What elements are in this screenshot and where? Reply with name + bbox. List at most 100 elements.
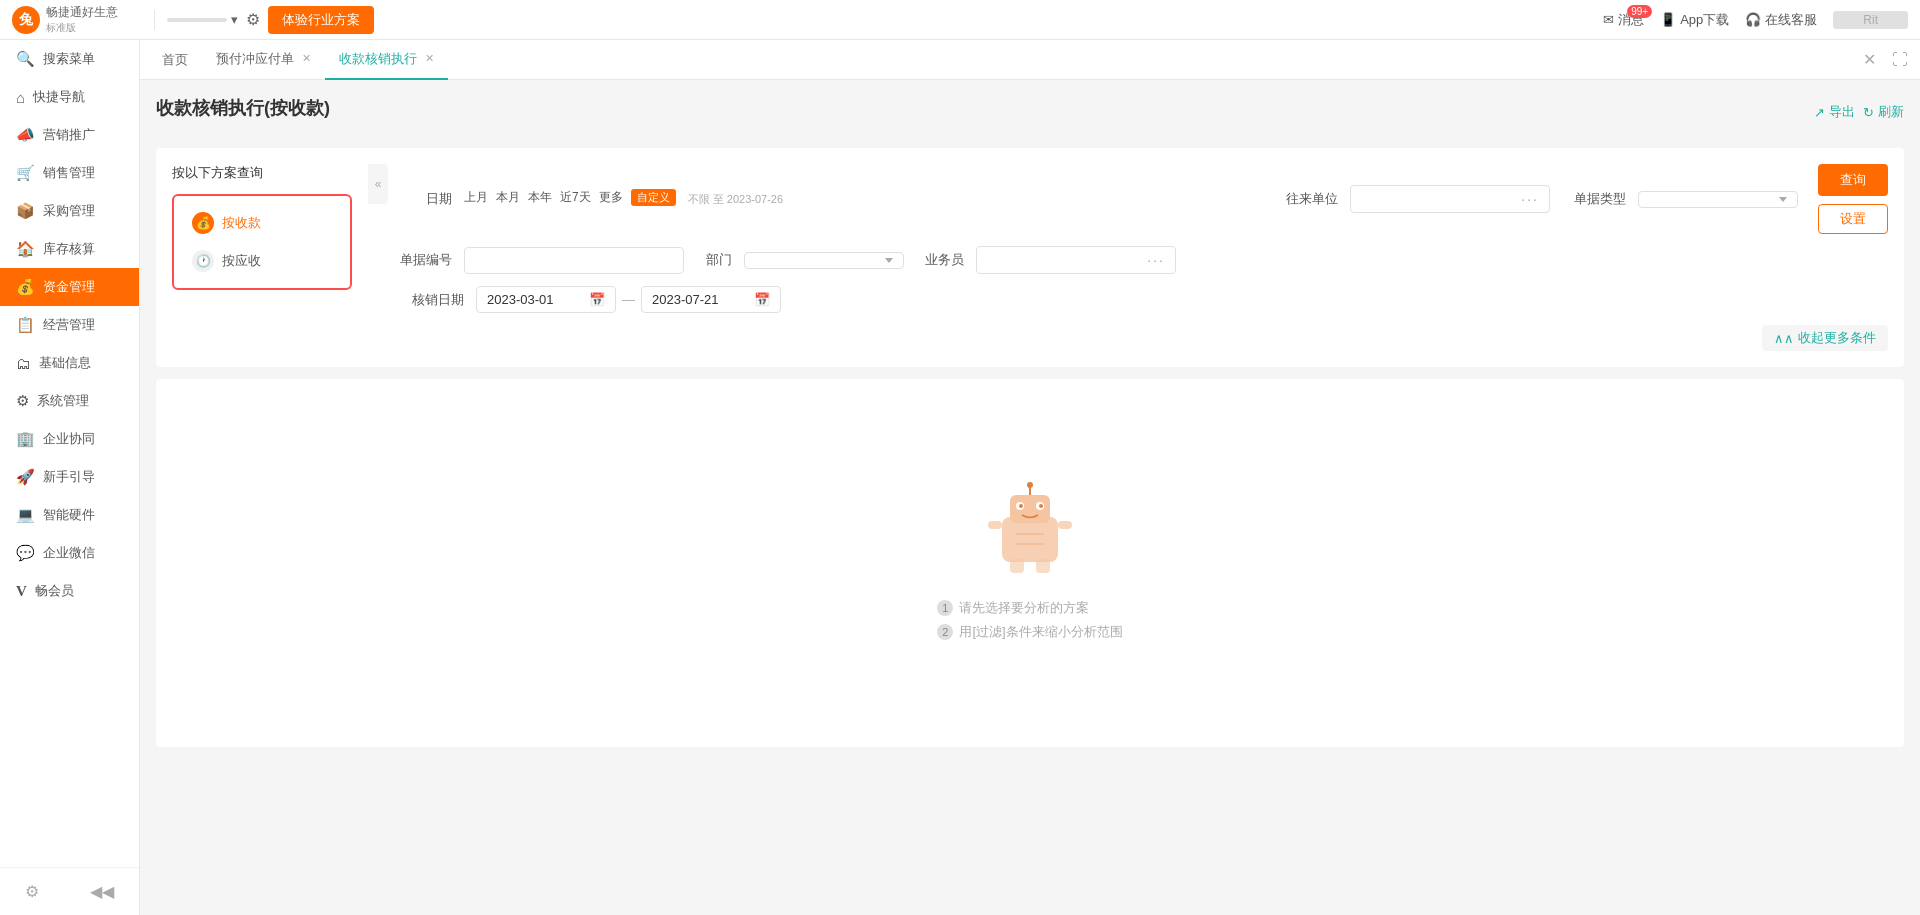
refresh-button[interactable]: ↻ 刷新	[1863, 103, 1904, 121]
tab-home[interactable]: 首页	[148, 40, 202, 80]
tip-num-1: 1	[937, 600, 953, 616]
staff-dots-icon: ···	[1147, 252, 1165, 268]
export-icon: ↗	[1814, 105, 1825, 120]
dept-label: 部门	[696, 251, 732, 269]
solution-button[interactable]: 体验行业方案	[268, 6, 374, 34]
svg-rect-10	[1010, 559, 1024, 573]
tab-prepay[interactable]: 预付冲应付单 ✕	[202, 40, 325, 80]
sidebar-item-finance[interactable]: 💰 资金管理	[0, 268, 139, 306]
tab-maximize-icon[interactable]: ⛶	[1888, 47, 1912, 73]
message-btn[interactable]: ✉ 消息 99+	[1603, 11, 1644, 29]
date-custom-badge[interactable]: 自定义	[631, 189, 676, 206]
date-7days[interactable]: 近7天	[560, 189, 591, 206]
sidebar-item-enterprise[interactable]: 🏢 企业协同	[0, 420, 139, 458]
sidebar-collapse-icon[interactable]: ◀◀	[84, 876, 120, 907]
query-button[interactable]: 查询	[1818, 164, 1888, 196]
form-row-2: 单据编号 部门 业务员 ···	[400, 246, 1888, 274]
tab-collect-close[interactable]: ✕	[425, 52, 434, 65]
logo-icon: 兔	[12, 6, 40, 34]
counterparty-label: 往来单位	[1274, 190, 1338, 208]
marketing-icon: 📣	[16, 126, 35, 144]
dept-chevron	[885, 258, 893, 263]
staff-input[interactable]: ···	[976, 246, 1176, 274]
tab-collect[interactable]: 收款核销执行 ✕	[325, 40, 448, 80]
settings-button[interactable]: 设置	[1818, 204, 1888, 234]
user-info[interactable]: Rit	[1833, 11, 1908, 29]
staff-label: 业务员	[916, 251, 964, 269]
logo-text: 畅捷通好生意	[46, 4, 118, 21]
date-last-month[interactable]: 上月	[464, 189, 488, 206]
quick-date-row: 上月 本月 本年 近7天 更多 自定义	[464, 189, 676, 206]
tab-collect-label: 收款核销执行	[339, 50, 417, 68]
workspace-dropdown[interactable]: ▾	[167, 12, 238, 27]
svg-rect-11	[1036, 559, 1050, 573]
sidebar-item-guide[interactable]: 🚀 新手引导	[0, 458, 139, 496]
date-more[interactable]: 更多	[599, 189, 623, 206]
dropdown-icon: ▾	[231, 12, 238, 27]
verify-date-start-input[interactable]: 2023-03-01 📅	[476, 286, 616, 313]
date-this-month[interactable]: 本月	[496, 189, 520, 206]
sidebar-item-quick-nav[interactable]: ⌂ 快捷导航	[0, 78, 139, 116]
sidebar-item-operation[interactable]: 📋 经营管理	[0, 306, 139, 344]
filter-option-receivable[interactable]: 🕐 按应收	[182, 242, 342, 280]
sidebar-item-hardware[interactable]: 💻 智能硬件	[0, 496, 139, 534]
dept-select[interactable]	[744, 252, 904, 269]
sidebar-item-member[interactable]: V 畅会员	[0, 572, 139, 610]
empty-tips: 1 请先选择要分析的方案 2 用[过滤]条件来缩小分析范围	[937, 599, 1122, 647]
verify-date-end-input[interactable]: 2023-07-21 📅	[641, 286, 781, 313]
sidebar-label: 库存核算	[43, 240, 95, 258]
date-separator: —	[622, 292, 635, 307]
voucher-no-input[interactable]	[464, 247, 684, 274]
tab-close-all-icon[interactable]: ✕	[1859, 46, 1880, 73]
sidebar-item-sales[interactable]: 🛒 销售管理	[0, 154, 139, 192]
refresh-label: 刷新	[1878, 103, 1904, 121]
counterparty-input[interactable]: ···	[1350, 185, 1550, 213]
sidebar-item-search-menu[interactable]: 🔍 搜索菜单	[0, 40, 139, 78]
svg-rect-8	[988, 521, 1002, 529]
collapse-more-label: 收起更多条件	[1798, 329, 1876, 347]
gear-icon[interactable]: ⚙	[246, 10, 260, 29]
export-label: 导出	[1829, 103, 1855, 121]
home-icon: ⌂	[16, 89, 25, 106]
online-service-btn[interactable]: 🎧 在线客服	[1745, 11, 1817, 29]
collapse-more-button[interactable]: ∧∧ 收起更多条件	[1762, 325, 1888, 351]
purchase-icon: 📦	[16, 202, 35, 220]
search-form: 日期 上月 本月 本年 近7天 更多 自定义 不限 至 2023-07-26	[400, 164, 1888, 351]
guide-icon: 🚀	[16, 468, 35, 486]
page-title: 收款核销执行(按收款)	[156, 96, 330, 120]
svg-point-5	[1039, 504, 1043, 508]
basic-info-icon: 🗂	[16, 355, 31, 372]
sidebar-item-purchase[interactable]: 📦 采购管理	[0, 192, 139, 230]
filter-option-receipt[interactable]: 💰 按收款	[182, 204, 342, 242]
sidebar-label: 企业协同	[43, 430, 95, 448]
export-button[interactable]: ↗ 导出	[1814, 103, 1855, 121]
sidebar-label: 经营管理	[43, 316, 95, 334]
filter-title: 按以下方案查询	[172, 164, 352, 182]
collapse-more-row: ∧∧ 收起更多条件	[400, 325, 1888, 351]
empty-tip-2: 2 用[过滤]条件来缩小分析范围	[937, 623, 1122, 641]
service-label: 在线客服	[1765, 11, 1817, 29]
sidebar-bottom: ⚙ ◀◀	[0, 867, 139, 915]
sidebar-item-system[interactable]: ⚙ 系统管理	[0, 382, 139, 420]
sidebar-item-marketing[interactable]: 📣 营销推广	[0, 116, 139, 154]
filter-collapse-btn[interactable]: «	[368, 164, 388, 204]
sidebar-item-wechat[interactable]: 💬 企业微信	[0, 534, 139, 572]
empty-tip-1: 1 请先选择要分析的方案	[937, 599, 1122, 617]
sidebar-label: 基础信息	[39, 354, 91, 372]
tab-prepay-close[interactable]: ✕	[302, 52, 311, 65]
voucher-type-select[interactable]	[1638, 191, 1798, 208]
counterparty-dots-icon: ···	[1521, 191, 1539, 207]
sidebar-label: 搜索菜单	[43, 50, 95, 68]
sidebar-settings-icon[interactable]: ⚙	[19, 876, 45, 907]
form-row-1: 日期 上月 本月 本年 近7天 更多 自定义 不限 至 2023-07-26	[400, 164, 1888, 234]
filter-receivable-label: 按应收	[222, 252, 261, 270]
topbar-divider	[154, 10, 155, 30]
app-download-btn[interactable]: 📱 App下载	[1660, 11, 1729, 29]
sidebar-item-basic-info[interactable]: 🗂 基础信息	[0, 344, 139, 382]
sidebar-item-inventory[interactable]: 🏠 库存核算	[0, 230, 139, 268]
filter-receipt-label: 按收款	[222, 214, 261, 232]
date-this-year[interactable]: 本年	[528, 189, 552, 206]
tab-bar: 首页 预付冲应付单 ✕ 收款核销执行 ✕ ✕ ⛶	[140, 40, 1920, 80]
enterprise-icon: 🏢	[16, 430, 35, 448]
sales-icon: 🛒	[16, 164, 35, 182]
